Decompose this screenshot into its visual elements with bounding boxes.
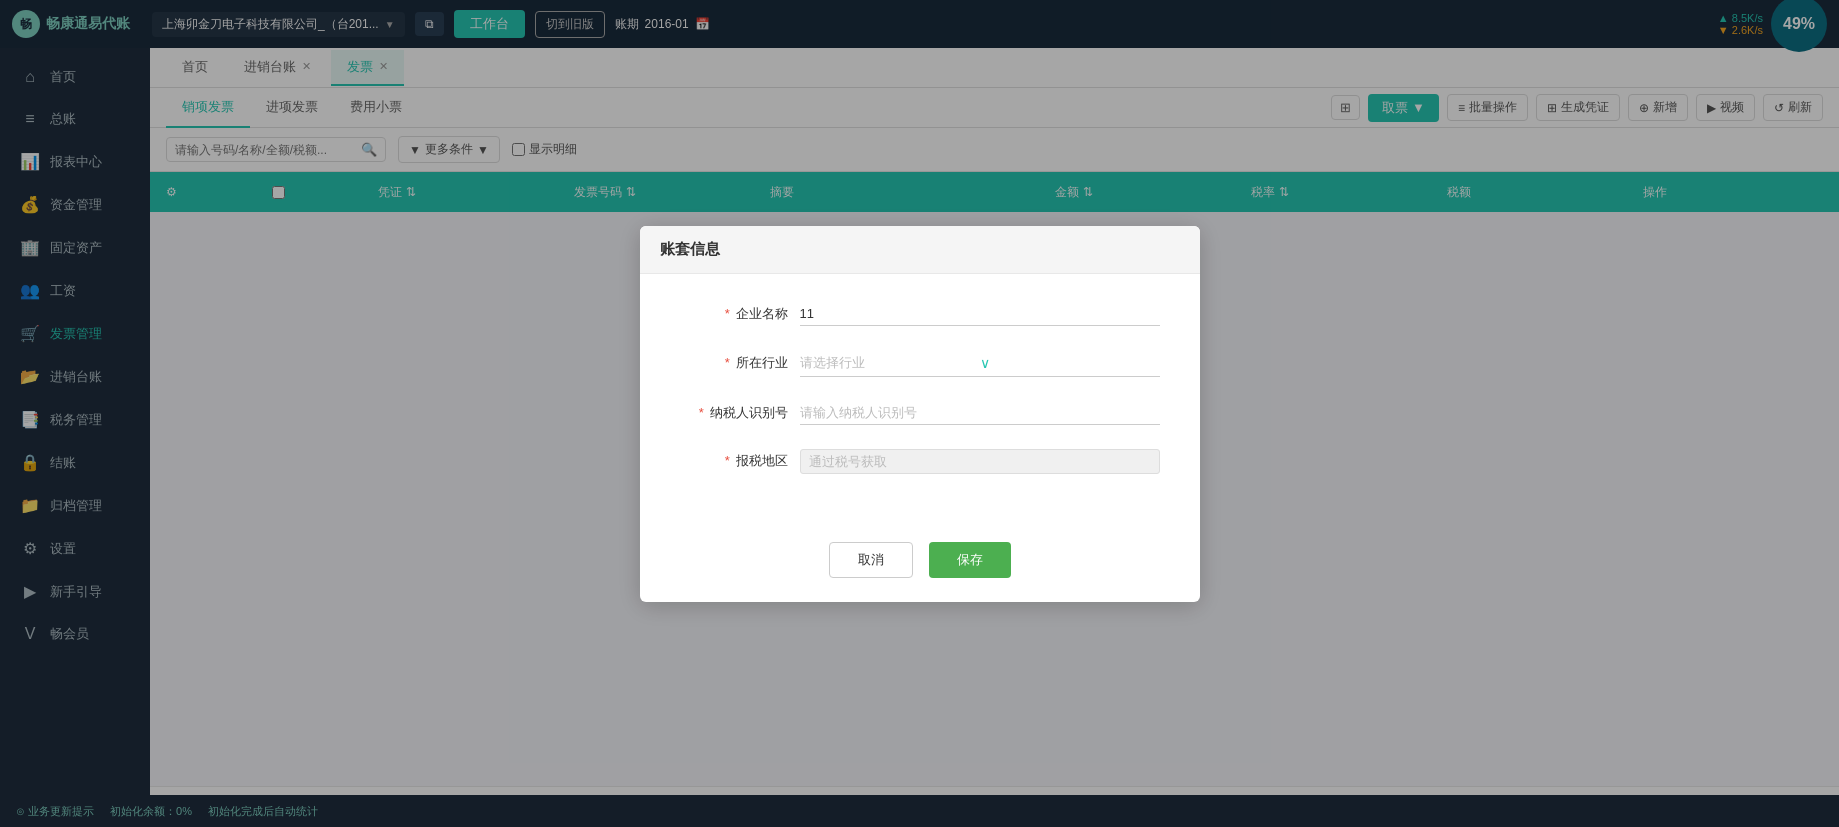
save-button[interactable]: 保存 — [929, 542, 1011, 578]
tax-id-label: * 纳税人识别号 — [680, 404, 800, 422]
industry-label: * 所在行业 — [680, 354, 800, 372]
dialog-footer: 取消 保存 — [640, 526, 1200, 602]
company-name-input[interactable] — [800, 302, 1160, 326]
form-row-taxregion: * 报税地区 — [680, 449, 1160, 474]
chevron-down-industry-icon: ∨ — [980, 355, 1160, 371]
industry-placeholder: 请选择行业 — [800, 354, 980, 372]
tax-region-input — [800, 449, 1160, 474]
dialog-body: * 企业名称 * 所在行业 请选择行业 ∨ * — [640, 274, 1200, 526]
dialog-header: 账套信息 — [640, 226, 1200, 274]
tax-region-label: * 报税地区 — [680, 452, 800, 470]
cancel-button[interactable]: 取消 — [829, 542, 913, 578]
dialog-title: 账套信息 — [660, 240, 720, 257]
required-star-taxid: * — [699, 405, 704, 420]
tax-id-input[interactable] — [800, 401, 1160, 425]
form-row-industry: * 所在行业 请选择行业 ∨ — [680, 350, 1160, 377]
required-star: * — [725, 306, 730, 321]
account-info-dialog: 账套信息 * 企业名称 * 所在行业 请选择行业 ∨ — [640, 226, 1200, 602]
form-row-company: * 企业名称 — [680, 302, 1160, 326]
required-star-industry: * — [725, 355, 730, 370]
required-star-taxregion: * — [725, 453, 730, 468]
form-row-taxid: * 纳税人识别号 — [680, 401, 1160, 425]
industry-select[interactable]: 请选择行业 ∨ — [800, 350, 1160, 377]
dialog-overlay: 账套信息 * 企业名称 * 所在行业 请选择行业 ∨ — [0, 0, 1839, 827]
company-name-label: * 企业名称 — [680, 305, 800, 323]
